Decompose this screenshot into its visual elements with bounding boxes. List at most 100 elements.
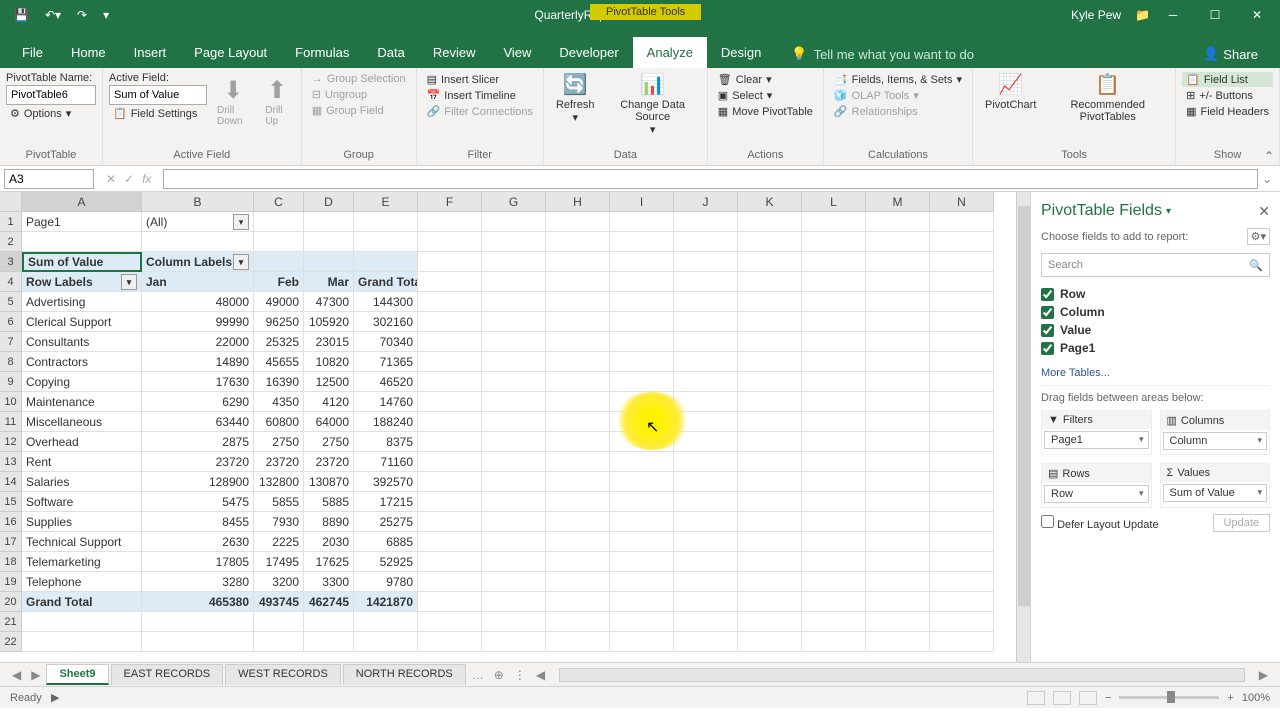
data-cell[interactable]: 2225 <box>254 532 304 552</box>
data-cell[interactable]: 130870 <box>304 472 354 492</box>
cell[interactable] <box>802 572 866 592</box>
field-list-button[interactable]: 📋 Field List <box>1182 72 1273 87</box>
cell[interactable] <box>930 632 994 652</box>
cell[interactable] <box>482 552 546 572</box>
cell[interactable] <box>738 252 802 272</box>
cell[interactable] <box>610 352 674 372</box>
cell[interactable] <box>546 212 610 232</box>
data-cell[interactable]: 2030 <box>304 532 354 552</box>
cell[interactable] <box>304 212 354 232</box>
cell[interactable] <box>674 292 738 312</box>
row-header[interactable]: 5 <box>0 292 22 312</box>
cell[interactable] <box>610 392 674 412</box>
buttons-button[interactable]: ⊞ +/- Buttons <box>1182 88 1273 103</box>
row-total[interactable]: 14760 <box>354 392 418 412</box>
cell[interactable] <box>738 392 802 412</box>
cell[interactable] <box>254 632 304 652</box>
cell[interactable] <box>738 612 802 632</box>
tab-home[interactable]: Home <box>57 37 120 68</box>
share-button[interactable]: 👤 Share <box>1189 46 1272 68</box>
cell[interactable] <box>930 272 994 292</box>
cell[interactable] <box>482 432 546 452</box>
change-data-source-button[interactable]: 📊Change Data Source▾ <box>604 72 700 136</box>
cell[interactable] <box>930 612 994 632</box>
row-labels-cell[interactable]: Row Labels▾ <box>22 272 142 292</box>
formula-input[interactable] <box>163 169 1257 189</box>
cell[interactable] <box>674 352 738 372</box>
data-cell[interactable]: 5475 <box>142 492 254 512</box>
row-header[interactable]: 22 <box>0 632 22 652</box>
month-header[interactable]: Mar <box>304 272 354 292</box>
cell[interactable] <box>546 592 610 612</box>
cell[interactable] <box>866 432 930 452</box>
clear-button[interactable]: 🗑 Clear ▾ <box>714 72 817 87</box>
data-cell[interactable]: 7930 <box>254 512 304 532</box>
cell[interactable] <box>482 612 546 632</box>
row-header[interactable]: 21 <box>0 612 22 632</box>
close-button[interactable]: ✕ <box>1238 0 1276 30</box>
cell[interactable] <box>674 632 738 652</box>
maximize-button[interactable]: ☐ <box>1196 0 1234 30</box>
cell[interactable] <box>802 252 866 272</box>
cell[interactable] <box>866 292 930 312</box>
cell[interactable] <box>610 552 674 572</box>
cell[interactable] <box>546 252 610 272</box>
cell[interactable] <box>610 252 674 272</box>
cell[interactable] <box>546 552 610 572</box>
select-button[interactable]: ▣ Select ▾ <box>714 88 817 103</box>
data-cell[interactable]: 64000 <box>304 412 354 432</box>
tab-formulas[interactable]: Formulas <box>281 37 363 68</box>
data-cell[interactable]: 63440 <box>142 412 254 432</box>
pt-name-input[interactable] <box>6 85 96 105</box>
data-cell[interactable]: 47300 <box>304 292 354 312</box>
row-label[interactable]: Supplies <box>22 512 142 532</box>
fx-icon[interactable]: fx <box>142 172 151 186</box>
cell[interactable] <box>866 472 930 492</box>
page-filter-dropdown[interactable]: ▾ <box>233 214 249 230</box>
cell[interactable] <box>674 312 738 332</box>
cell[interactable] <box>802 412 866 432</box>
cell[interactable] <box>738 292 802 312</box>
cell[interactable] <box>802 372 866 392</box>
row-header[interactable]: 9 <box>0 372 22 392</box>
cell[interactable] <box>354 212 418 232</box>
cell[interactable] <box>418 352 482 372</box>
cell[interactable] <box>22 632 142 652</box>
cell[interactable] <box>930 552 994 572</box>
row-total[interactable]: 6885 <box>354 532 418 552</box>
row-header[interactable]: 14 <box>0 472 22 492</box>
cell[interactable] <box>738 512 802 532</box>
zoom-slider[interactable] <box>1119 696 1219 699</box>
row-total[interactable]: 392570 <box>354 472 418 492</box>
cell[interactable] <box>610 452 674 472</box>
cell[interactable] <box>482 332 546 352</box>
column-labels-dropdown[interactable]: ▾ <box>233 254 249 270</box>
row-header[interactable]: 19 <box>0 572 22 592</box>
grand-total-col[interactable]: 465380 <box>142 592 254 612</box>
cell[interactable] <box>866 612 930 632</box>
cell[interactable] <box>802 272 866 292</box>
cell[interactable] <box>866 452 930 472</box>
cell[interactable] <box>930 512 994 532</box>
cell[interactable] <box>930 532 994 552</box>
cell[interactable] <box>546 532 610 552</box>
cell[interactable] <box>418 592 482 612</box>
cell[interactable] <box>674 392 738 412</box>
cell[interactable] <box>610 292 674 312</box>
cell[interactable] <box>866 412 930 432</box>
cancel-formula-icon[interactable]: ✕ <box>106 172 116 186</box>
cell[interactable] <box>354 232 418 252</box>
col-header-H[interactable]: H <box>546 192 610 212</box>
cell[interactable] <box>354 252 418 272</box>
save-icon[interactable]: 💾 <box>10 8 33 22</box>
cell[interactable] <box>866 352 930 372</box>
close-pane-icon[interactable]: ✕ <box>1258 203 1270 220</box>
cell[interactable] <box>418 212 482 232</box>
cell[interactable] <box>738 212 802 232</box>
col-header-K[interactable]: K <box>738 192 802 212</box>
data-cell[interactable]: 17805 <box>142 552 254 572</box>
cell[interactable] <box>546 232 610 252</box>
field-item[interactable]: Value <box>1041 321 1270 339</box>
cell[interactable] <box>482 492 546 512</box>
cell[interactable] <box>866 552 930 572</box>
